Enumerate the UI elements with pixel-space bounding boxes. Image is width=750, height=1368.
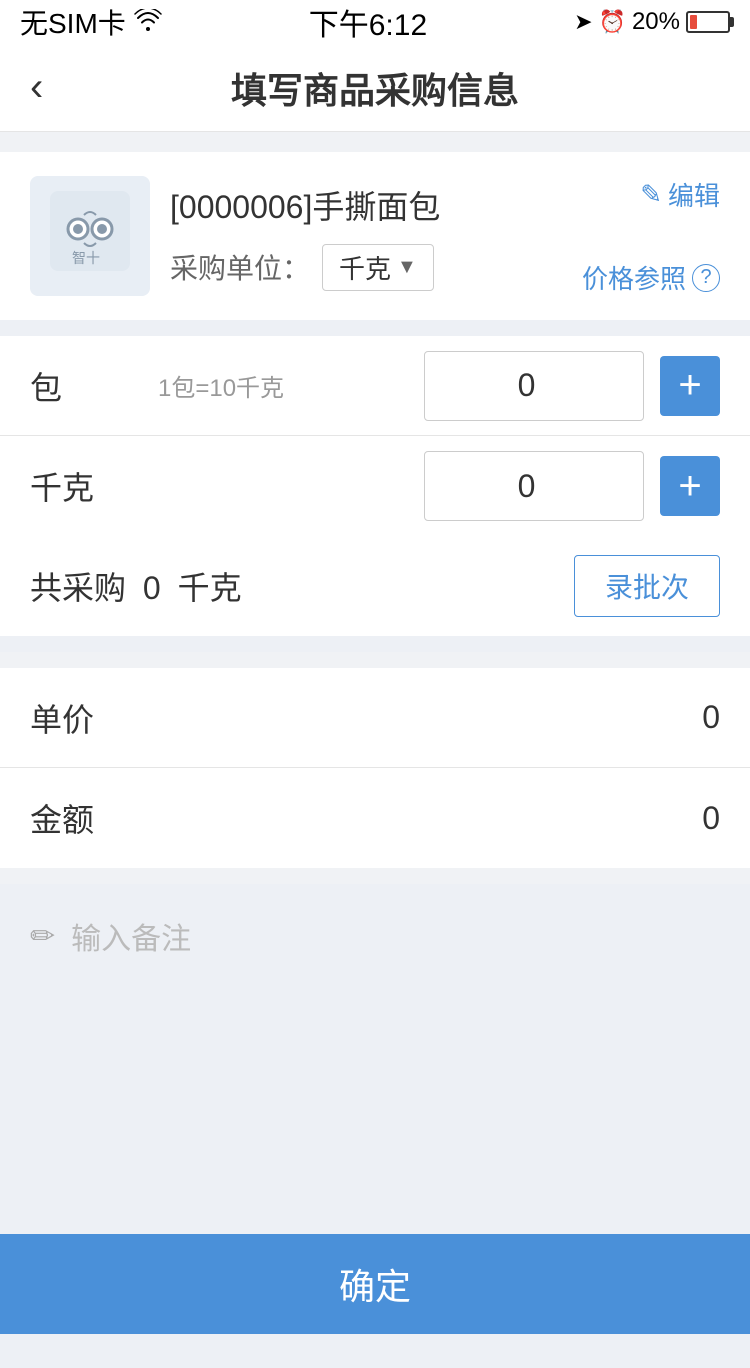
bao-label: 包 bbox=[30, 363, 150, 409]
kg-label: 千克 bbox=[30, 463, 150, 509]
amount-label: 金额 bbox=[30, 795, 94, 841]
nav-bar: ‹ 填写商品采购信息 bbox=[0, 44, 750, 132]
amount-value: 0 bbox=[702, 800, 720, 837]
svg-text:智十: 智十 bbox=[72, 250, 100, 266]
unit-price-label: 单价 bbox=[30, 695, 94, 741]
amount-row: 金额 0 bbox=[0, 768, 750, 868]
product-thumbnail: 智十 bbox=[30, 176, 150, 296]
wifi-icon bbox=[134, 6, 162, 38]
status-time: 下午6:12 bbox=[309, 0, 427, 44]
location-icon: ➤ bbox=[574, 9, 592, 35]
price-ref-button[interactable]: 价格参照 ? bbox=[582, 259, 720, 296]
unit-price-row: 单价 0 bbox=[0, 668, 750, 768]
summary-row: 共采购 0 千克 录批次 bbox=[0, 536, 750, 636]
remark-placeholder: 输入备注 bbox=[71, 914, 191, 958]
bao-sublabel: 1包=10千克 bbox=[158, 368, 284, 403]
kg-input[interactable] bbox=[424, 451, 644, 521]
product-name: [0000006]手撕面包 bbox=[170, 182, 720, 228]
kg-field-wrap: + bbox=[150, 451, 720, 521]
chevron-down-icon: ▼ bbox=[397, 256, 417, 279]
unit-price-value: 0 bbox=[702, 699, 720, 736]
summary-text: 共采购 0 千克 bbox=[30, 563, 242, 609]
unit-label: 采购单位： bbox=[170, 247, 310, 287]
kg-plus-button[interactable]: + bbox=[660, 456, 720, 516]
back-button[interactable]: ‹ bbox=[30, 65, 43, 110]
battery-percent: 20% bbox=[632, 8, 680, 36]
page-title: 填写商品采购信息 bbox=[231, 62, 519, 114]
carrier-text: 无SIM卡 bbox=[20, 2, 126, 42]
bao-input-row: 包 1包=10千克 + bbox=[0, 336, 750, 436]
edit-button[interactable]: ✎ 编辑 bbox=[640, 176, 720, 213]
price-section: 单价 0 金额 0 bbox=[0, 668, 750, 868]
remark-section[interactable]: ✏ 输入备注 bbox=[0, 884, 750, 988]
product-thumb-icon: 智十 bbox=[50, 191, 130, 282]
status-bar: 无SIM卡 下午6:12 ➤ ⏰ 20% bbox=[0, 0, 750, 44]
unit-select[interactable]: 千克 ▼ bbox=[322, 244, 434, 291]
battery-icon bbox=[686, 11, 730, 33]
batch-button[interactable]: 录批次 bbox=[574, 555, 720, 617]
bao-plus-button[interactable]: + bbox=[660, 356, 720, 416]
alarm-icon: ⏰ bbox=[599, 9, 626, 35]
help-icon: ? bbox=[692, 264, 720, 292]
edit-icon: ✎ bbox=[640, 179, 662, 210]
pencil-icon: ✏ bbox=[30, 919, 55, 954]
bao-input[interactable] bbox=[424, 351, 644, 421]
quantity-section: 包 1包=10千克 + 千克 + bbox=[0, 336, 750, 536]
confirm-button[interactable]: 确定 bbox=[0, 1234, 750, 1334]
section-divider-2 bbox=[0, 636, 750, 652]
section-divider-1 bbox=[0, 320, 750, 336]
bao-field-wrap: + bbox=[284, 351, 720, 421]
status-left: 无SIM卡 bbox=[20, 2, 162, 42]
kg-input-row: 千克 + bbox=[0, 436, 750, 536]
status-right: ➤ ⏰ 20% bbox=[574, 8, 730, 36]
product-card: 智十 [0000006]手撕面包 采购单位： 千克 ▼ ✎ 编辑 价格参照 ? bbox=[0, 152, 750, 320]
